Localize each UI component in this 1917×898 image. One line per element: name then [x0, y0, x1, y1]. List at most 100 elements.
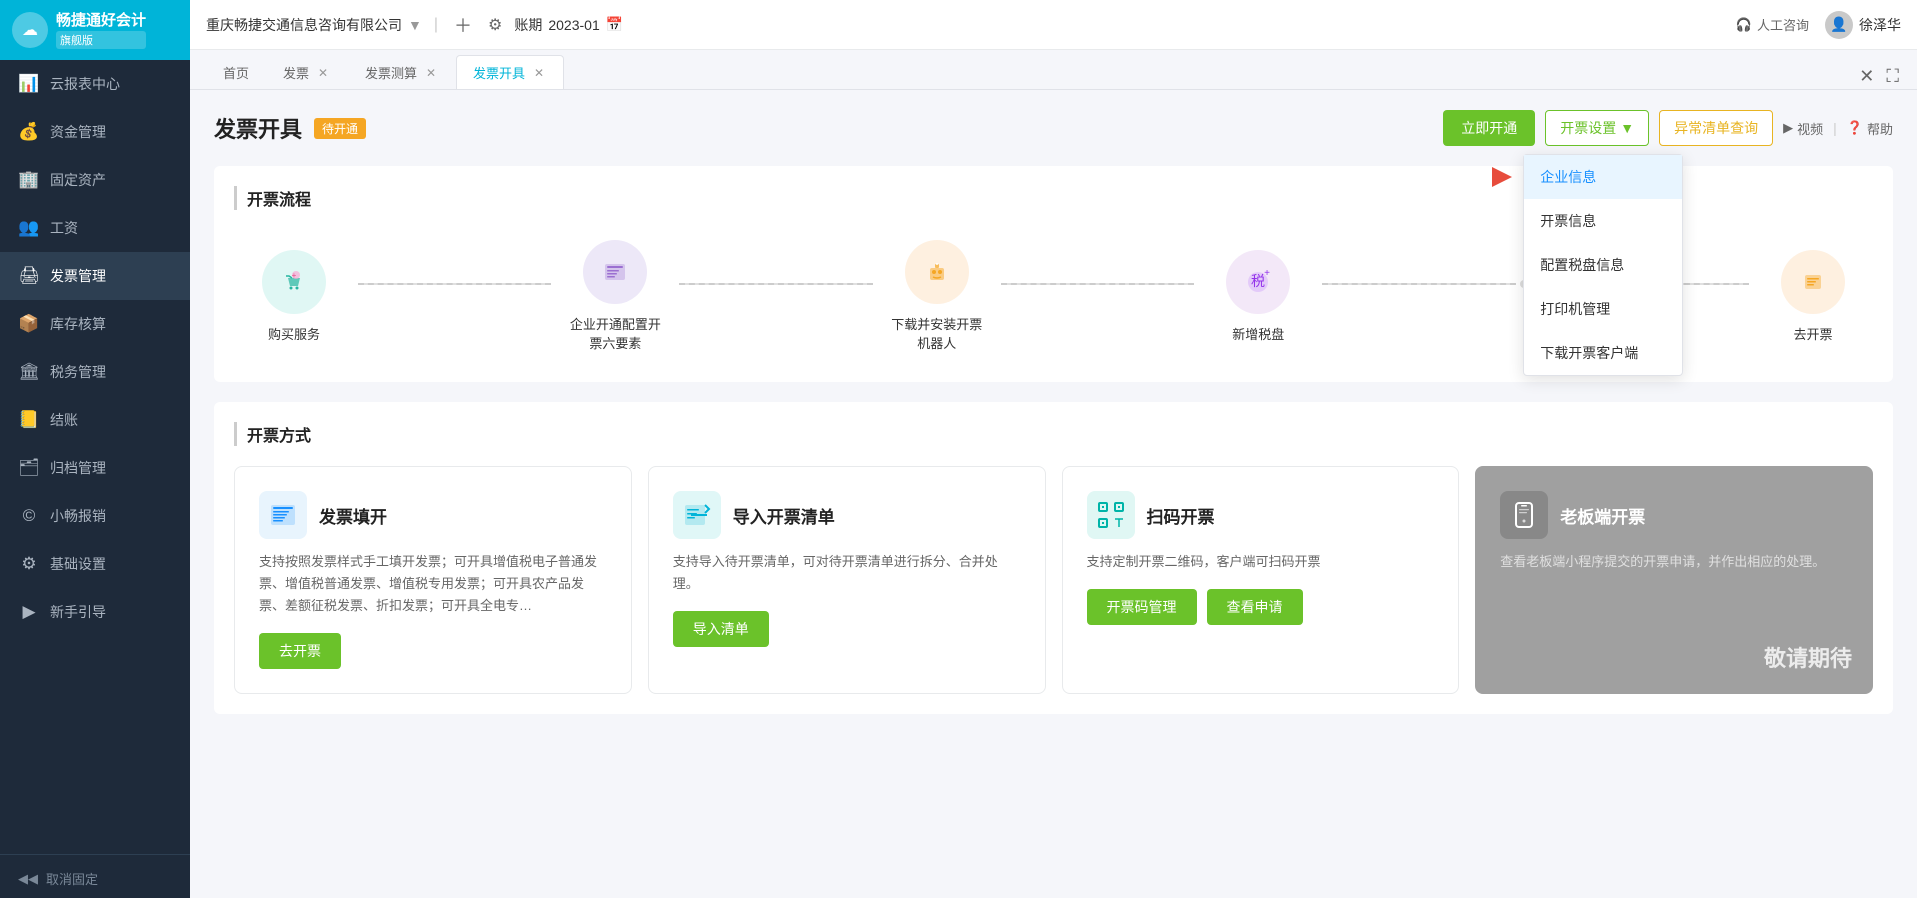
- sidebar-item-xiaochang[interactable]: © 小畅报销: [0, 492, 190, 540]
- jichushezhi-icon: ⚙: [18, 554, 40, 574]
- dropdown-item-download-client[interactable]: 下载开票客户端: [1524, 331, 1682, 375]
- close-all-tabs-button[interactable]: ✕: [1857, 64, 1876, 89]
- xiaochang-icon: ©: [18, 506, 40, 526]
- play-icon: ▶: [1783, 120, 1793, 136]
- buy-service-icon: +: [262, 250, 326, 314]
- dropdown-item-tax-disk-config[interactable]: 配置税盘信息: [1524, 243, 1682, 287]
- flow-connector-2: [675, 283, 876, 285]
- open-now-button[interactable]: 立即开通: [1443, 110, 1535, 146]
- maximize-button[interactable]: ⛶: [1884, 64, 1901, 89]
- flow-step-buy-service: + 购买服务: [234, 250, 354, 343]
- settings-icon[interactable]: ⚙: [488, 15, 502, 35]
- sidebar-item-xinshouyindao[interactable]: ▶ 新手引导: [0, 588, 190, 636]
- dropdown-item-invoice-info[interactable]: 开票信息: [1524, 199, 1682, 243]
- gongzi-icon: 👥: [18, 218, 40, 238]
- user-profile[interactable]: 👤 徐泽华: [1825, 11, 1901, 39]
- sidebar-nav: 📊 云报表中心 💰 资金管理 🏢 固定资产 👥 工资 🖨 发票管理 📦: [0, 60, 190, 850]
- divider-pipe: |: [1833, 120, 1837, 136]
- pin-icon: ◀◀: [18, 871, 38, 887]
- tabs-actions: ✕ ⛶: [1857, 64, 1901, 89]
- logo-text: 畅捷通好会计 旗舰版: [56, 11, 146, 49]
- invoice-settings-button[interactable]: 开票设置 ▼: [1545, 110, 1649, 146]
- status-badge: 待开通: [314, 118, 366, 139]
- support-button[interactable]: 🎧 人工咨询: [1736, 15, 1809, 34]
- method-card-fill-invoice: 发票填开 支持按照发票样式手工填开发票；可开具增值税电子普通发票、增值税普通发票…: [234, 466, 632, 694]
- sidebar-item-gudingzichan[interactable]: 🏢 固定资产: [0, 156, 190, 204]
- avatar: 👤: [1825, 11, 1853, 39]
- page-content: 发票开具 待开通 立即开通 开票设置 ▼ 异常清单查询 ▶ 视频: [190, 90, 1917, 898]
- tab-fapiaocesuan[interactable]: 发票测算 ✕: [348, 55, 456, 89]
- import-list-button[interactable]: 导入清单: [673, 611, 769, 647]
- scan-invoice-buttons: 开票码管理 查看申请: [1087, 589, 1435, 625]
- sidebar-item-kucun[interactable]: 📦 库存核算: [0, 300, 190, 348]
- page-header: 发票开具 待开通 立即开通 开票设置 ▼ 异常清单查询 ▶ 视频: [214, 110, 1893, 146]
- boss-invoice-icon: [1500, 491, 1548, 539]
- flow-step-go-invoice: 去开票: [1753, 250, 1873, 343]
- topbar-sep1: |: [434, 16, 438, 34]
- svg-text:+: +: [1264, 268, 1270, 279]
- abnormal-list-button[interactable]: 异常清单查询: [1659, 110, 1773, 146]
- dropdown-arrow-icon: ▼: [1620, 120, 1634, 136]
- guidang-icon: 🗂: [18, 458, 40, 478]
- fill-invoice-icon: [259, 491, 307, 539]
- user-icon: 👤: [1830, 16, 1847, 33]
- tab-fapiaokaiju[interactable]: 发票开具 ✕: [456, 55, 564, 89]
- page-header-actions: 立即开通 开票设置 ▼ 异常清单查询 ▶ 视频 | ❓: [1443, 110, 1893, 146]
- sidebar-cancel-fixed[interactable]: ◀◀ 取消固定: [0, 859, 190, 898]
- calendar-icon[interactable]: 📅: [606, 16, 623, 33]
- method-section: 开票方式: [214, 402, 1893, 714]
- sidebar-item-shuiwu[interactable]: 🏛 税务管理: [0, 348, 190, 396]
- method-card-import-list: 导入开票清单 支持导入待开票清单，可对待开票清单进行拆分、合并处理。 导入清单: [648, 466, 1046, 694]
- scan-invoice-qrcode-button[interactable]: 开票码管理: [1087, 589, 1197, 625]
- red-arrow-indicator: [1492, 167, 1520, 187]
- sidebar-item-jiezhang[interactable]: 📒 结账: [0, 396, 190, 444]
- help-button[interactable]: ❓ 帮助: [1847, 119, 1893, 138]
- method-cards: 发票填开 支持按照发票样式手工填开发票；可开具增值税电子普通发票、增值税普通发票…: [234, 466, 1873, 694]
- dropdown-item-printer-mgmt[interactable]: 打印机管理: [1524, 287, 1682, 331]
- svg-text:税: 税: [1251, 273, 1265, 289]
- flow-connector-3: [997, 283, 1198, 285]
- sidebar-item-yunbao[interactable]: 📊 云报表中心: [0, 60, 190, 108]
- sidebar-item-jichushezhi[interactable]: ⚙ 基础设置: [0, 540, 190, 588]
- tab-fapiaocesuan-close[interactable]: ✕: [423, 65, 439, 81]
- company-selector[interactable]: 重庆畅捷交通信息咨询有限公司 ▼: [206, 15, 422, 35]
- sidebar-item-fapiao[interactable]: 🖨 发票管理: [0, 252, 190, 300]
- add-company-button[interactable]: ＋: [450, 10, 476, 40]
- invoice-settings-dropdown: 企业信息 开票信息 配置税盘信息 打: [1523, 154, 1683, 376]
- flow-connector-1: [354, 283, 555, 285]
- shuiwu-icon: 🏛: [18, 362, 40, 382]
- logo-icon: ☁: [12, 12, 48, 48]
- sidebar-item-zijin[interactable]: 💰 资金管理: [0, 108, 190, 156]
- sidebar-divider: [0, 854, 190, 855]
- help-video-button[interactable]: ▶ 视频: [1783, 119, 1823, 138]
- tab-fapiaokaiju-close[interactable]: ✕: [531, 65, 547, 81]
- sidebar-item-guidang[interactable]: 🗂 归档管理: [0, 444, 190, 492]
- headset-icon: 🎧: [1736, 17, 1752, 33]
- tab-home[interactable]: 首页: [206, 55, 266, 89]
- topbar: 重庆畅捷交通信息咨询有限公司 ▼ | ＋ ⚙ 账期 2023-01 📅 🎧 人工…: [190, 0, 1917, 50]
- sidebar: ☁ 畅捷通好会计 旗舰版 📊 云报表中心 💰 资金管理 🏢 固定资产 👥 工资: [0, 0, 190, 898]
- zijin-icon: 💰: [18, 122, 40, 142]
- sidebar-item-gongzi[interactable]: 👥 工资: [0, 204, 190, 252]
- tab-fapiao[interactable]: 发票 ✕: [266, 55, 348, 89]
- flow-step-config-enterprise: 企业开通配置开票六要素: [555, 240, 675, 352]
- scan-invoice-header: 扫码开票: [1087, 491, 1435, 539]
- tab-fapiao-close[interactable]: ✕: [315, 65, 331, 81]
- svg-text:+: +: [292, 271, 297, 280]
- scan-invoice-icon: [1087, 491, 1135, 539]
- kucun-icon: 📦: [18, 314, 40, 334]
- add-taxdisk-icon: 税 +: [1226, 250, 1290, 314]
- coming-soon-overlay: 敬请期待: [1764, 641, 1852, 673]
- fill-invoice-button[interactable]: 去开票: [259, 633, 341, 669]
- yunbao-icon: 📊: [18, 74, 40, 94]
- method-card-scan-invoice: 扫码开票 支持定制开票二维码，客户端可扫码开票 开票码管理 查看申请: [1062, 466, 1460, 694]
- dropdown-item-company-info[interactable]: 企业信息: [1524, 155, 1682, 199]
- app-logo: ☁ 畅捷通好会计 旗舰版: [0, 0, 190, 60]
- flow-step-download-robot: 下载并安装开票机器人: [877, 240, 997, 352]
- topbar-right: 🎧 人工咨询 👤 徐泽华: [1736, 11, 1901, 39]
- go-invoice-icon: [1781, 250, 1845, 314]
- company-dropdown-icon: ▼: [408, 17, 422, 33]
- fapiao-icon: 🖨: [18, 266, 40, 286]
- method-card-boss-invoice: 老板端开票 查看老板端小程序提交的开票申请，并作出相应的处理。 敬请期待: [1475, 466, 1873, 694]
- scan-invoice-apply-button[interactable]: 查看申请: [1207, 589, 1303, 625]
